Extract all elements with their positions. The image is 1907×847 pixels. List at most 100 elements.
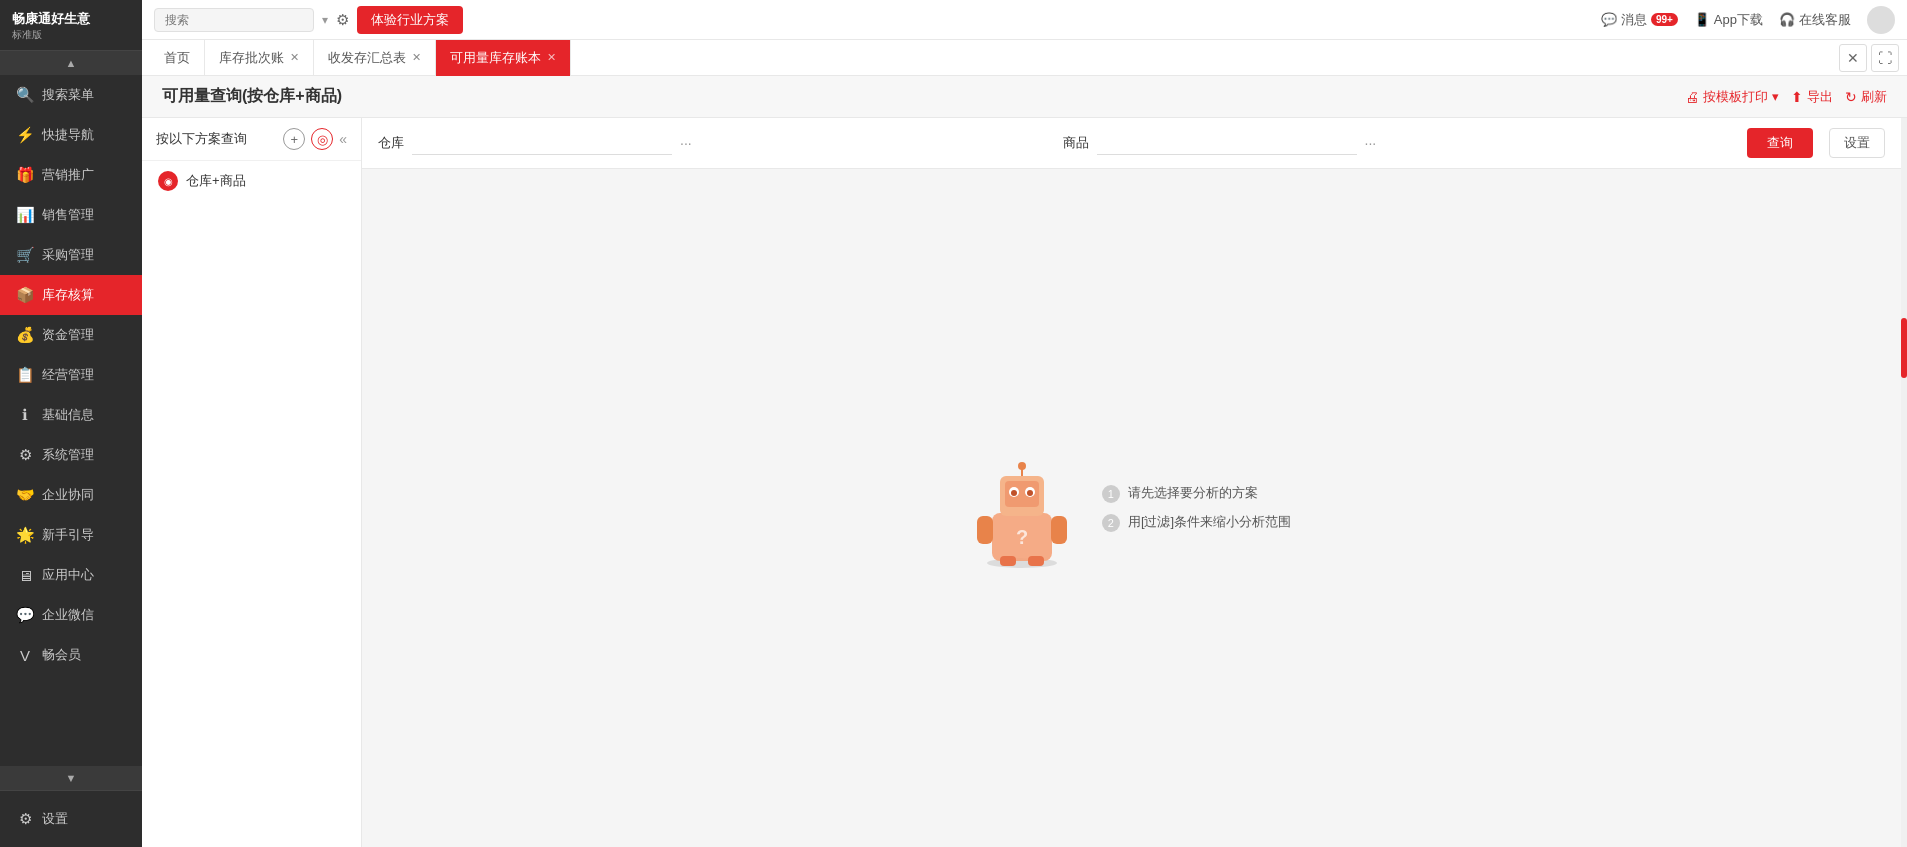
sidebar-scroll: 🔍 搜索菜单 ⚡ 快捷导航 🎁 营销推广 📊 销售管理 🛒 采购管理 📦 库存核…: [0, 75, 142, 766]
sidebar-item-资金管理[interactable]: 💰 资金管理: [0, 315, 142, 355]
sidebar-item-settings-label: 设置: [42, 810, 68, 828]
sidebar: 畅康通好生意 标准版 ▲ 🔍 搜索菜单 ⚡ 快捷导航 🎁 营销推广 📊 销售管理…: [0, 0, 142, 847]
goods-more-icon[interactable]: ···: [1365, 135, 1377, 151]
sidebar-item-基础信息[interactable]: ℹ 基础信息: [0, 395, 142, 435]
sidebar-icon-1: ⚡: [16, 126, 34, 144]
warehouse-field: 仓库 ···: [378, 131, 1047, 155]
filter-item-0[interactable]: ◉ 仓库+商品: [142, 161, 361, 201]
sidebar-label-5: 库存核算: [42, 286, 94, 304]
sidebar-item-企业协同[interactable]: 🤝 企业协同: [0, 475, 142, 515]
right-scrollbar[interactable]: [1901, 118, 1907, 847]
tab-2[interactable]: 收发存汇总表 ✕: [314, 40, 436, 76]
add-scheme-button[interactable]: +: [283, 128, 305, 150]
tab-close-icon-3[interactable]: ✕: [547, 52, 556, 63]
sidebar-item-系统管理[interactable]: ⚙ 系统管理: [0, 435, 142, 475]
sidebar-icon-5: 📦: [16, 286, 34, 304]
sidebar-label-10: 企业协同: [42, 486, 94, 504]
sidebar-label-0: 搜索菜单: [42, 86, 94, 104]
sidebar-icon-11: 🌟: [16, 526, 34, 544]
expand-tab-window-btn[interactable]: ⛶: [1871, 44, 1899, 72]
topbar: ▾ ⚙ 体验行业方案 💬 消息 99+ 📱 App下载 🎧 在线客服: [142, 0, 1907, 40]
tab-label-3: 可用量库存账本: [450, 49, 541, 67]
message-icon: 💬: [1601, 12, 1617, 27]
sidebar-item-采购管理[interactable]: 🛒 采购管理: [0, 235, 142, 275]
app-download-button[interactable]: 📱 App下载: [1694, 11, 1763, 29]
message-button[interactable]: 💬 消息 99+: [1601, 11, 1678, 29]
online-service-button[interactable]: 🎧 在线客服: [1779, 11, 1851, 29]
sidebar-scroll-down[interactable]: ▼: [0, 766, 142, 790]
sidebar-item-应用中心[interactable]: 🖥 应用中心: [0, 555, 142, 595]
sidebar-icon-0: 🔍: [16, 86, 34, 104]
sidebar-item-企业微信[interactable]: 💬 企业微信: [0, 595, 142, 635]
goods-input[interactable]: [1097, 131, 1357, 155]
message-label: 消息: [1621, 11, 1647, 29]
main-right: 仓库 ··· 商品 ··· 查询 设置: [362, 118, 1901, 847]
search-chevron-icon[interactable]: ▾: [322, 13, 328, 27]
empty-state-text: 1 请先选择要分析的方案 2 用[过滤]条件来缩小分析范围: [1102, 484, 1291, 532]
sidebar-label-8: 基础信息: [42, 406, 94, 424]
sidebar-label-12: 应用中心: [42, 566, 94, 584]
sidebar-bottom: ⚙ 设置: [0, 790, 142, 847]
page-header-actions: 🖨 按模板打印 ▾ ⬆ 导出 ↻ 刷新: [1685, 88, 1887, 106]
robot-svg: ?: [972, 458, 1072, 568]
topbar-gear-icon[interactable]: ⚙: [336, 11, 349, 29]
hint-text-2: 用[过滤]条件来缩小分析范围: [1128, 513, 1291, 531]
sidebar-label-7: 经营管理: [42, 366, 94, 384]
refresh-action[interactable]: ↻ 刷新: [1845, 88, 1887, 106]
sidebar-item-库存核算[interactable]: 📦 库存核算: [0, 275, 142, 315]
sidebar-icon-13: 💬: [16, 606, 34, 624]
hint-text-1: 请先选择要分析的方案: [1128, 484, 1258, 502]
page-header: 可用量查询(按仓库+商品) 🖨 按模板打印 ▾ ⬆ 导出 ↻ 刷新: [142, 76, 1907, 118]
search-input[interactable]: [154, 8, 314, 32]
sidebar-item-营销推广[interactable]: 🎁 营销推广: [0, 155, 142, 195]
sidebar-item-畅会员[interactable]: V 畅会员: [0, 635, 142, 675]
trial-button[interactable]: 体验行业方案: [357, 6, 463, 34]
sidebar-icon-7: 📋: [16, 366, 34, 384]
warehouse-more-icon[interactable]: ···: [680, 135, 692, 151]
refresh-label: 刷新: [1861, 88, 1887, 106]
warehouse-input[interactable]: [412, 131, 672, 155]
right-scrollbar-thumb: [1901, 318, 1907, 378]
sidebar-label-1: 快捷导航: [42, 126, 94, 144]
sidebar-item-新手引导[interactable]: 🌟 新手引导: [0, 515, 142, 555]
filter-panel-header: 按以下方案查询 + ◎ «: [142, 118, 361, 161]
sidebar-icon-12: 🖥: [16, 567, 34, 584]
sidebar-item-搜索菜单[interactable]: 🔍 搜索菜单: [0, 75, 142, 115]
sidebar-label-3: 销售管理: [42, 206, 94, 224]
tab-close-icon-2[interactable]: ✕: [412, 52, 421, 63]
tab-3[interactable]: 可用量库存账本 ✕: [436, 40, 571, 76]
sidebar-item-经营管理[interactable]: 📋 经营管理: [0, 355, 142, 395]
hint-num-2: 2: [1102, 514, 1120, 532]
close-tab-window-btn[interactable]: ✕: [1839, 44, 1867, 72]
empty-state: ? 1 请先选择要分析的方案 2 用[过滤]条件来缩小分析范围: [362, 169, 1901, 847]
sidebar-label-11: 新手引导: [42, 526, 94, 544]
app-name: 畅康通好生意: [12, 10, 130, 28]
tabs-bar: 首页库存批次账✕ 收发存汇总表 ✕ 可用量库存账本 ✕ ✕ ⛶: [142, 40, 1907, 76]
scheme-settings-button[interactable]: ◎: [311, 128, 333, 150]
sidebar-icon-10: 🤝: [16, 486, 34, 504]
message-badge: 99+: [1651, 13, 1678, 26]
query-button[interactable]: 查询: [1747, 128, 1813, 158]
sidebar-scroll-up[interactable]: ▲: [0, 51, 142, 75]
topbar-right: 💬 消息 99+ 📱 App下载 🎧 在线客服: [1601, 6, 1895, 34]
avatar[interactable]: [1867, 6, 1895, 34]
headset-icon: 🎧: [1779, 12, 1795, 27]
collapse-panel-icon[interactable]: «: [339, 131, 347, 147]
tab-label-2: 收发存汇总表: [328, 49, 406, 67]
filter-panel: 按以下方案查询 + ◎ « ◉ 仓库+商品: [142, 118, 362, 847]
sidebar-label-9: 系统管理: [42, 446, 94, 464]
tab-0[interactable]: 首页: [150, 40, 205, 76]
sidebar-item-快捷导航[interactable]: ⚡ 快捷导航: [0, 115, 142, 155]
tab-close-icon-1[interactable]: ✕: [290, 52, 299, 63]
sidebar-item-settings[interactable]: ⚙ 设置: [0, 799, 142, 839]
export-action[interactable]: ⬆ 导出: [1791, 88, 1833, 106]
sidebar-item-销售管理[interactable]: 📊 销售管理: [0, 195, 142, 235]
tab-1[interactable]: 库存批次账✕: [205, 40, 314, 76]
export-label: 导出: [1807, 88, 1833, 106]
tabs-right-actions: ✕ ⛶: [1839, 44, 1899, 72]
goods-label: 商品: [1063, 134, 1089, 152]
sidebar-label-14: 畅会员: [42, 646, 81, 664]
print-action[interactable]: 🖨 按模板打印 ▾: [1685, 88, 1779, 106]
settings-button[interactable]: 设置: [1829, 128, 1885, 158]
sidebar-label-2: 营销推广: [42, 166, 94, 184]
